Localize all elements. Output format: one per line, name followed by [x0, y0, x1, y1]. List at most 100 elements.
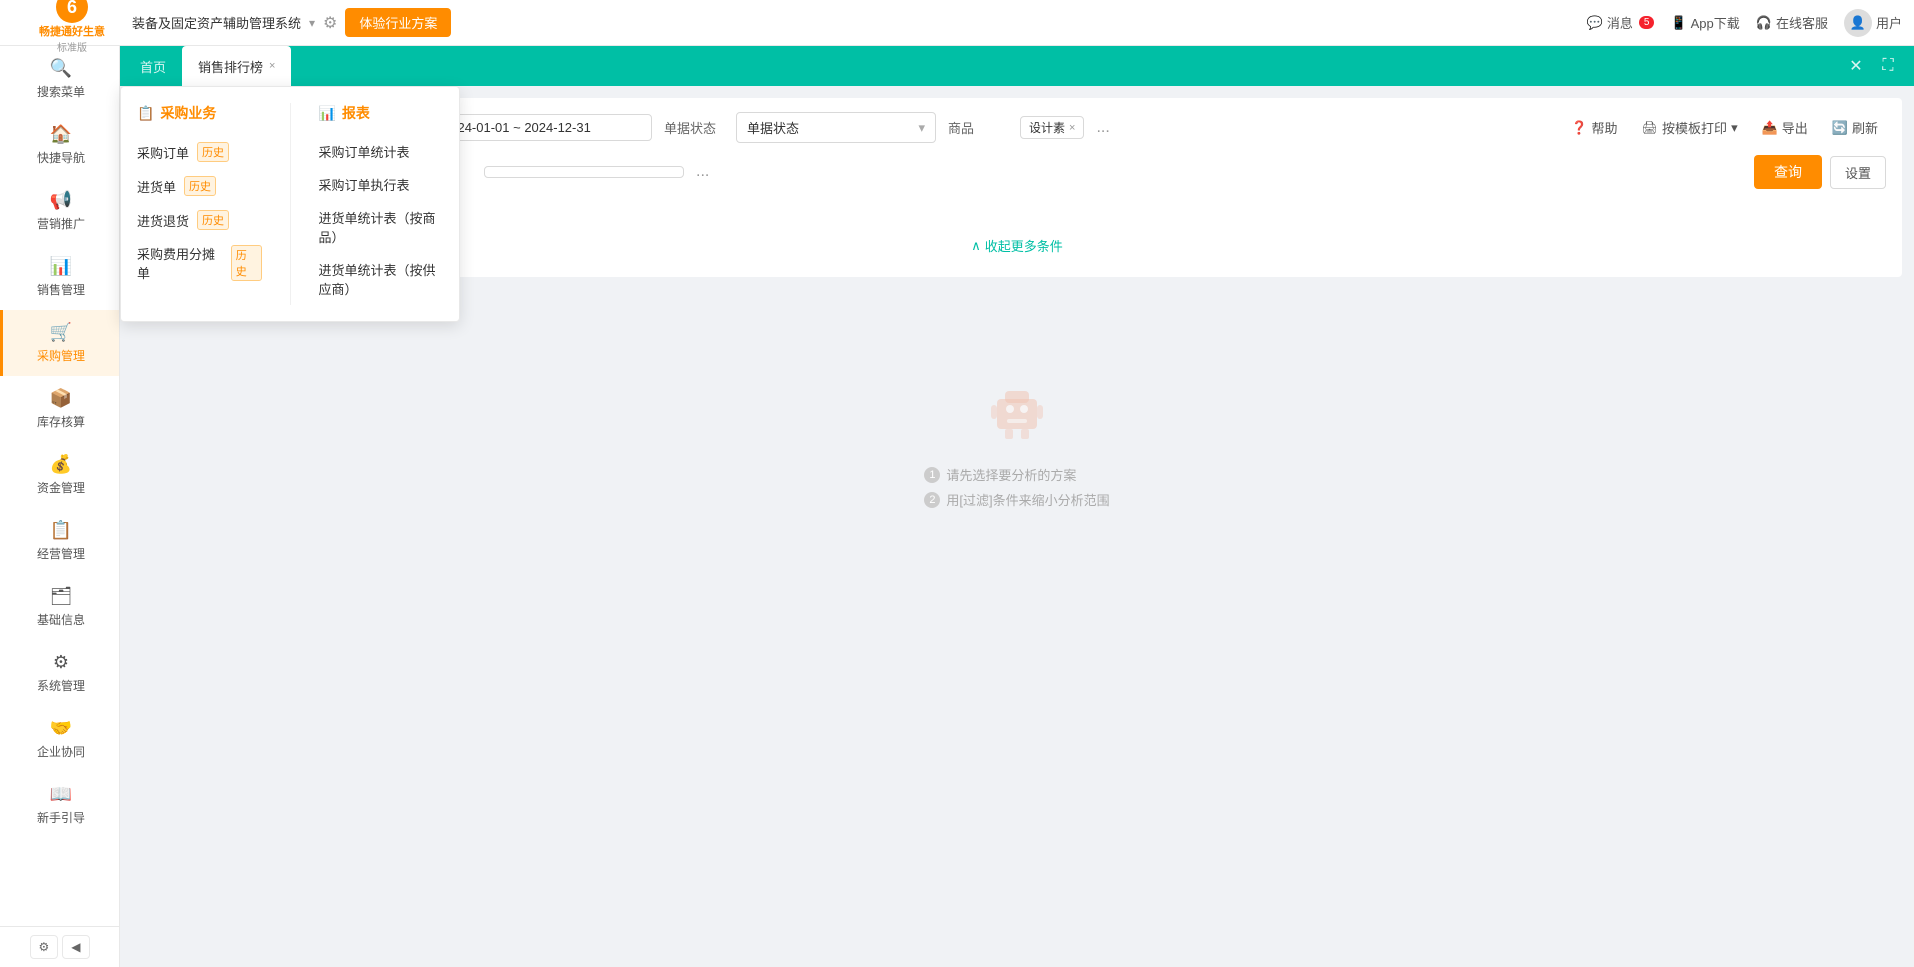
status-label: 单据状态 — [664, 118, 724, 137]
export-icon: 📤 — [1762, 120, 1778, 136]
query-btn[interactable]: 查询 — [1754, 155, 1822, 189]
tab-expand-icon[interactable]: ⛶ — [1874, 52, 1902, 80]
filter-settings-btn[interactable]: 设置 — [1830, 156, 1886, 189]
sidebar-label-system: 系统管理 — [37, 677, 85, 694]
app-label: App下载 — [1691, 13, 1740, 32]
refresh-icon: 🔄 — [1832, 120, 1848, 136]
report-icon: 📊 — [319, 105, 336, 122]
header-settings-icon[interactable]: ⚙ — [323, 13, 337, 33]
toolbar-actions: ❓ 帮助 🖨 按模板打印 ▾ 📤 导出 🔄 — [1563, 114, 1886, 141]
dropdown-item-purchase-order[interactable]: 采购订单 历史 — [137, 135, 262, 169]
empty-icon — [977, 369, 1057, 449]
finance-icon: 💰 — [50, 454, 72, 475]
system-dropdown-arrow[interactable]: ▾ — [309, 16, 315, 30]
sidebar-label-basic: 基础信息 — [37, 611, 85, 628]
goods-dots[interactable]: ... — [1096, 119, 1109, 137]
help-label: 帮助 — [1592, 118, 1618, 137]
tab-close-icon[interactable]: × — [269, 60, 275, 72]
help-btn[interactable]: ❓ 帮助 — [1563, 114, 1625, 141]
message-item[interactable]: 💬 消息 5 — [1587, 13, 1655, 32]
dropdown-overlay: 📋 采购业务 采购订单 历史 进货单 历史 进货退货 历史 采购费用分摊单 历史… — [120, 86, 460, 322]
status-select[interactable]: 单据状态 ▾ — [736, 112, 936, 143]
sidebar-item-search[interactable]: 🔍 搜索菜单 — [0, 46, 119, 112]
dropdown-item-inbound-label: 进货单 — [137, 177, 176, 196]
dropdown-item-order-stat-label: 采购订单统计表 — [319, 142, 410, 161]
dropdown-item-order-exec[interactable]: 采购订单执行表 — [319, 168, 444, 201]
dropdown-col1-label: 采购业务 — [160, 103, 216, 123]
sidebar-item-operation[interactable]: 📋 经营管理 — [0, 508, 119, 574]
tab-sales-rank[interactable]: 销售排行榜 × — [182, 46, 291, 86]
sidebar-item-purchase[interactable]: 🛒 采购管理 — [0, 310, 119, 376]
dropdown-item-expense[interactable]: 采购费用分摊单 历史 — [137, 237, 262, 289]
export-btn[interactable]: 📤 导出 — [1754, 114, 1816, 141]
sidebar-label-inventory: 库存核算 — [37, 413, 85, 430]
dropdown-col-report: 📊 报表 采购订单统计表 采购订单执行表 进货单统计表（按商品） 进货单统计表（… — [319, 103, 444, 305]
headset-icon: 🎧 — [1756, 15, 1772, 31]
tab-close-window-icon[interactable]: ✕ — [1842, 52, 1870, 80]
industry-btn[interactable]: 体验行业方案 — [345, 8, 451, 37]
dropdown-item-return[interactable]: 进货退货 历史 — [137, 203, 262, 237]
dropdown-item-purchase-order-label: 采购订单 — [137, 143, 189, 162]
goods-tag[interactable]: 设计素 × — [1020, 116, 1084, 139]
print-icon: 🖨 — [1642, 120, 1659, 136]
collapse-label: 收起更多条件 — [985, 236, 1063, 255]
refresh-btn[interactable]: 🔄 刷新 — [1824, 114, 1886, 141]
tab-home[interactable]: 首页 — [124, 46, 182, 86]
purchase-biz-icon: 📋 — [137, 105, 154, 122]
tab-bar: 首页 销售排行榜 × ✕ ⛶ — [120, 46, 1914, 86]
app-download-item[interactable]: 📱 App下载 — [1670, 13, 1739, 32]
dropdown-item-inbound-stat-supplier-label: 进货单统计表（按供应商） — [319, 260, 444, 298]
sidebar-item-sales[interactable]: 📊 销售管理 — [0, 244, 119, 310]
operation-icon: 📋 — [50, 520, 72, 541]
marketing-icon: 📢 — [50, 190, 72, 211]
sidebar-item-inventory[interactable]: 📦 库存核算 — [0, 376, 119, 442]
print-btn[interactable]: 🖨 按模板打印 ▾ — [1634, 114, 1746, 141]
print-arrow: ▾ — [1731, 120, 1738, 136]
goods-tag-close[interactable]: × — [1069, 122, 1075, 134]
refresh-label: 刷新 — [1852, 118, 1878, 137]
phone-icon: 📱 — [1670, 15, 1686, 31]
sidebar-item-finance[interactable]: 💰 资金管理 — [0, 442, 119, 508]
sidebar-settings-btn[interactable]: ⚙ — [30, 935, 59, 959]
user-item[interactable]: 👤 用户 — [1844, 9, 1902, 37]
sales-icon: 📊 — [50, 256, 72, 277]
sidebar-label-marketing: 营销推广 — [37, 215, 85, 232]
salesman-select[interactable] — [484, 166, 684, 178]
header-right: 💬 消息 5 📱 App下载 🎧 在线客服 👤 用户 — [1587, 9, 1902, 37]
dropdown-item-order-stat[interactable]: 采购订单统计表 — [319, 135, 444, 168]
salesman-dots[interactable]: ... — [696, 163, 709, 181]
goods-tag-text: 设计素 — [1029, 119, 1065, 136]
sidebar-label-purchase: 采购管理 — [37, 347, 85, 364]
sidebar-item-quicknav[interactable]: 🏠 快捷导航 — [0, 112, 119, 178]
sidebar-label-quicknav: 快捷导航 — [37, 149, 85, 166]
dropdown-item-inbound-stat-supplier[interactable]: 进货单统计表（按供应商） — [319, 253, 444, 305]
logo-area: 6 畅捷通好生意 标准版 — [12, 0, 132, 54]
sidebar-label-collab: 企业协同 — [37, 743, 85, 760]
empty-tips: 1 请先选择要分析的方案 2 用[过滤]条件来缩小分析范围 — [924, 465, 1109, 515]
sidebar-item-marketing[interactable]: 📢 营销推广 — [0, 178, 119, 244]
sidebar-label-guide: 新手引导 — [37, 809, 85, 826]
sidebar-item-basic[interactable]: 🗂 基础信息 — [0, 574, 119, 640]
date-range-input[interactable]: 2024-01-01 ~ 2024-12-31 — [432, 114, 652, 141]
history-tag-return: 历史 — [197, 210, 229, 230]
status-placeholder: 单据状态 — [747, 118, 799, 137]
dropdown-item-inbound[interactable]: 进货单 历史 — [137, 169, 262, 203]
sidebar-item-guide[interactable]: 📖 新手引导 — [0, 772, 119, 838]
dropdown-col2-title: 📊 报表 — [319, 103, 444, 123]
sidebar-collapse-btn[interactable]: ◀ — [62, 935, 89, 959]
header-system: 装备及固定资产辅助管理系统 ▾ ⚙ 体验行业方案 — [132, 8, 1587, 37]
dropdown-item-expense-label: 采购费用分摊单 — [137, 244, 223, 282]
sidebar-item-system[interactable]: ⚙ 系统管理 — [0, 640, 119, 706]
sidebar-item-collab[interactable]: 🤝 企业协同 — [0, 706, 119, 772]
dropdown-item-inbound-stat-goods-label: 进货单统计表（按商品） — [319, 208, 444, 246]
help-icon: ❓ — [1571, 120, 1587, 136]
dropdown-item-inbound-stat-goods[interactable]: 进货单统计表（按商品） — [319, 201, 444, 253]
dropdown-divider — [290, 103, 291, 305]
search-icon: 🔍 — [50, 58, 72, 79]
tab-bar-right: ✕ ⛶ — [1842, 52, 1910, 80]
history-tag-purchase-order: 历史 — [197, 142, 229, 162]
sidebar-label-sales: 销售管理 — [37, 281, 85, 298]
online-service-item[interactable]: 🎧 在线客服 — [1756, 13, 1828, 32]
tab-sales-rank-label: 销售排行榜 — [198, 57, 263, 76]
collab-icon: 🤝 — [50, 718, 72, 739]
